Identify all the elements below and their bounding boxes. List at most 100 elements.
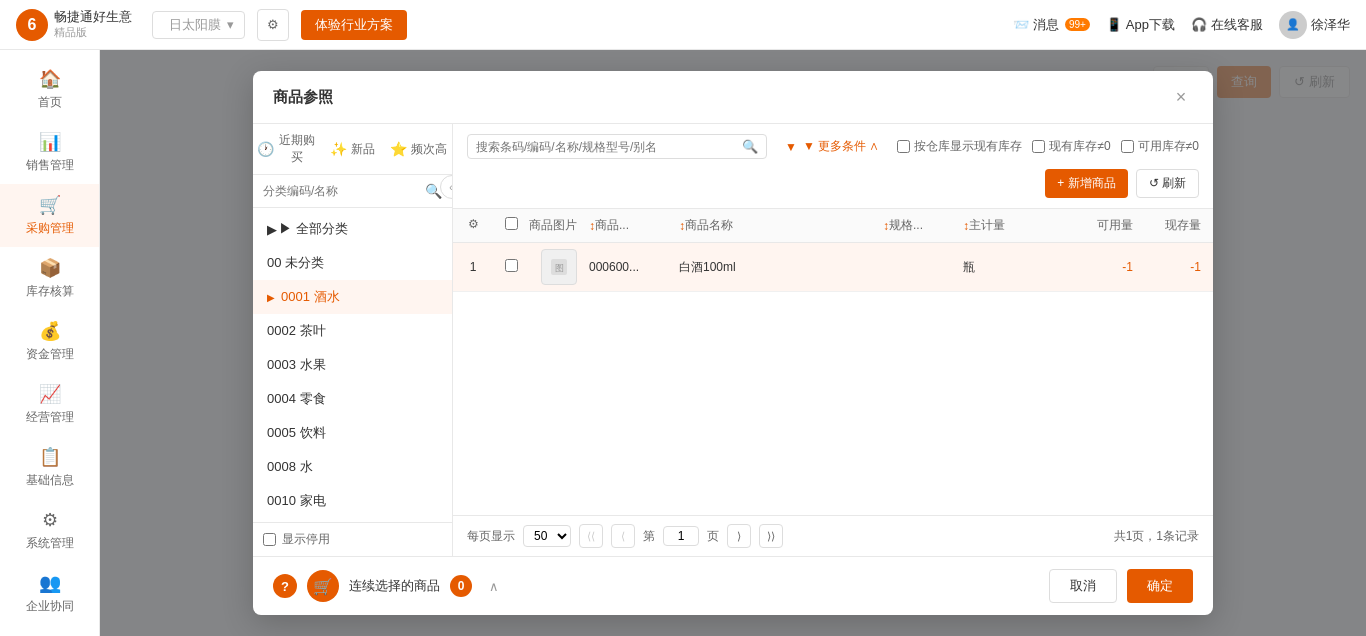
nav-right: 📨 消息 99+ 📱 App下载 🎧 在线客服 👤 徐泽华 xyxy=(1013,11,1350,39)
page-size-select[interactable]: 50 xyxy=(523,525,571,547)
system-icon: ⚙ xyxy=(42,509,58,531)
next-page-button[interactable]: ⟩ xyxy=(727,524,751,548)
col-checkbox-header[interactable] xyxy=(493,217,529,234)
product-reference-modal: 商品参照 × 🕐 近期购买 ✨ 新品 xyxy=(253,71,1213,615)
top-navigation: 6 畅捷通好生意 精品版 日太阳膜 ▾ ⚙ 体验行业方案 📨 消息 99+ 📱 … xyxy=(0,0,1366,50)
add-product-button[interactable]: + 新增商品 xyxy=(1045,169,1127,198)
product-toolbar: 🔍 ▼ ▼ 更多条件 ∧ 按仓库显示现有库存 现有库存≠0 xyxy=(453,124,1213,209)
settings-button[interactable]: ⚙ xyxy=(257,9,289,41)
sidebar-item-basic[interactable]: 📋 基础信息 xyxy=(0,436,99,499)
cart-label: 连续选择的商品 xyxy=(349,577,440,595)
logo-text: 畅捷通好生意 精品版 xyxy=(54,9,132,41)
sidebar-item-collab[interactable]: 👥 企业协同 xyxy=(0,562,99,625)
purchase-icon: 🛒 xyxy=(39,194,61,216)
recent-icon: 🕐 xyxy=(257,141,274,157)
table-header-row: ⚙ 商品图片 ↕ 商品... xyxy=(453,209,1213,243)
available-nonzero-checkbox[interactable] xyxy=(1032,140,1045,153)
last-page-button[interactable]: ⟩⟩ xyxy=(759,524,783,548)
dropdown-arrow-icon: ▾ xyxy=(227,17,234,32)
filter-button[interactable]: ▼ ▼ 更多条件 ∧ xyxy=(777,134,887,159)
col-settings[interactable]: ⚙ xyxy=(453,217,493,234)
row-unit-cell: 瓶 xyxy=(963,259,1043,276)
tab-frequent[interactable]: ⭐ 频次高 xyxy=(386,124,452,174)
collapse-cart-button[interactable]: ∧ xyxy=(482,574,506,598)
expand-all-icon: ▶ xyxy=(267,222,277,237)
cat-item-2[interactable]: 0002 茶叶 xyxy=(253,314,452,348)
new-icon: ✨ xyxy=(330,141,347,157)
product-search-input[interactable] xyxy=(476,140,736,154)
page-size-label: 每页显示 xyxy=(467,528,515,545)
cat-item-3[interactable]: 0003 水果 xyxy=(253,348,452,382)
user-item[interactable]: 👤 徐泽华 xyxy=(1279,11,1350,39)
tab-new[interactable]: ✨ 新品 xyxy=(319,124,385,174)
row-index: 1 xyxy=(453,260,493,274)
modal-close-button[interactable]: × xyxy=(1169,85,1193,109)
frequent-icon: ⭐ xyxy=(390,141,407,157)
cat-item-4[interactable]: 0004 零食 xyxy=(253,382,452,416)
sidebar-item-sales[interactable]: 📊 销售管理 xyxy=(0,121,99,184)
cancel-button[interactable]: 取消 xyxy=(1049,569,1117,603)
col-stock-header: 现存量 xyxy=(1133,217,1213,234)
cat-item-5[interactable]: 0005 饮料 xyxy=(253,416,452,450)
cat-item-all[interactable]: ▶ ▶ 全部分类 xyxy=(253,212,452,246)
tab-recent[interactable]: 🕐 近期购买 xyxy=(253,124,319,174)
search-icon[interactable]: 🔍 xyxy=(742,139,758,154)
sidebar-item-system[interactable]: ⚙ 系统管理 xyxy=(0,499,99,562)
category-search-input[interactable] xyxy=(263,184,419,198)
org-dropdown[interactable]: 日太阳膜 ▾ xyxy=(152,11,245,39)
usable-nonzero-checkbox-label[interactable]: 可用库存≠0 xyxy=(1121,138,1199,155)
cat-item-1[interactable]: ▶ 0001 酒水 xyxy=(253,280,452,314)
cart-icon: 🛒 xyxy=(313,577,333,596)
col-code-header: ↕ 商品... xyxy=(589,217,679,234)
available-nonzero-checkbox-label[interactable]: 现有库存≠0 xyxy=(1032,138,1110,155)
first-page-button[interactable]: ⟨⟨ xyxy=(579,524,603,548)
warehouse-display-checkbox-label[interactable]: 按仓库显示现有库存 xyxy=(897,138,1022,155)
show-disabled-checkbox[interactable] xyxy=(263,533,276,546)
footer-left: ? 🛒 连续选择的商品 0 ∧ xyxy=(273,570,506,602)
messages-item[interactable]: 📨 消息 99+ xyxy=(1013,16,1090,34)
sidebar-item-guide[interactable]: 🎓 新手引导 xyxy=(0,625,99,636)
cat-item-7[interactable]: 0010 家电 xyxy=(253,484,452,518)
cat-item-0[interactable]: 00 未分类 xyxy=(253,246,452,280)
usable-nonzero-checkbox[interactable] xyxy=(1121,140,1134,153)
trial-button[interactable]: 体验行业方案 xyxy=(301,10,407,40)
select-all-checkbox[interactable] xyxy=(505,217,518,230)
row-checkbox-cell[interactable] xyxy=(493,259,529,275)
sidebar-item-inventory[interactable]: 📦 库存核算 xyxy=(0,247,99,310)
sidebar: 🏠 首页 📊 销售管理 🛒 采购管理 📦 库存核算 💰 资金管理 📈 经营管理 … xyxy=(0,50,100,636)
refresh-button[interactable]: ↺ 刷新 xyxy=(1136,169,1199,198)
row-checkbox[interactable] xyxy=(505,259,518,272)
toolbar-right: + 新增商品 ↺ 刷新 xyxy=(1045,169,1199,198)
row-available-cell: -1 xyxy=(1043,260,1133,274)
table-row[interactable]: 1 图 xyxy=(453,243,1213,292)
category-panel: 🕐 近期购买 ✨ 新品 ⭐ 频次高 « xyxy=(253,124,453,556)
row-stock-cell: -1 xyxy=(1133,260,1213,274)
cart-button[interactable]: 🛒 xyxy=(307,570,339,602)
online-service-item[interactable]: 🎧 在线客服 xyxy=(1191,16,1263,34)
sidebar-item-finance[interactable]: 💰 资金管理 xyxy=(0,310,99,373)
warehouse-display-checkbox[interactable] xyxy=(897,140,910,153)
sidebar-item-home[interactable]: 🏠 首页 xyxy=(0,58,99,121)
col-unit-header: ↕ 主计量 xyxy=(963,217,1043,234)
active-arrow-icon: ▶ xyxy=(267,292,275,303)
confirm-button[interactable]: 确定 xyxy=(1127,569,1193,603)
inventory-icon: 📦 xyxy=(39,257,61,279)
product-thumbnail: 图 xyxy=(541,249,577,285)
product-table: ⚙ 商品图片 ↕ 商品... xyxy=(453,209,1213,556)
page-number-input[interactable] xyxy=(663,526,699,546)
col-available-header: 可用量 xyxy=(1043,217,1133,234)
cat-item-6[interactable]: 0008 水 xyxy=(253,450,452,484)
app-download-item[interactable]: 📱 App下载 xyxy=(1106,16,1175,34)
finance-icon: 💰 xyxy=(39,320,61,342)
collab-icon: 👥 xyxy=(39,572,61,594)
sidebar-item-operation[interactable]: 📈 经营管理 xyxy=(0,373,99,436)
avatar: 👤 xyxy=(1279,11,1307,39)
prev-page-button[interactable]: ⟨ xyxy=(611,524,635,548)
headset-icon: 🎧 xyxy=(1191,17,1207,32)
sales-icon: 📊 xyxy=(39,131,61,153)
product-search-box: 🔍 xyxy=(467,134,767,159)
help-button[interactable]: ? xyxy=(273,574,297,598)
sidebar-item-purchase[interactable]: 🛒 采购管理 xyxy=(0,184,99,247)
filter-icon: ▼ xyxy=(785,140,797,154)
pagination: 每页显示 50 ⟨⟨ ⟨ 第 页 ⟩ ⟩⟩ 共1页，1条记录 xyxy=(453,515,1213,556)
